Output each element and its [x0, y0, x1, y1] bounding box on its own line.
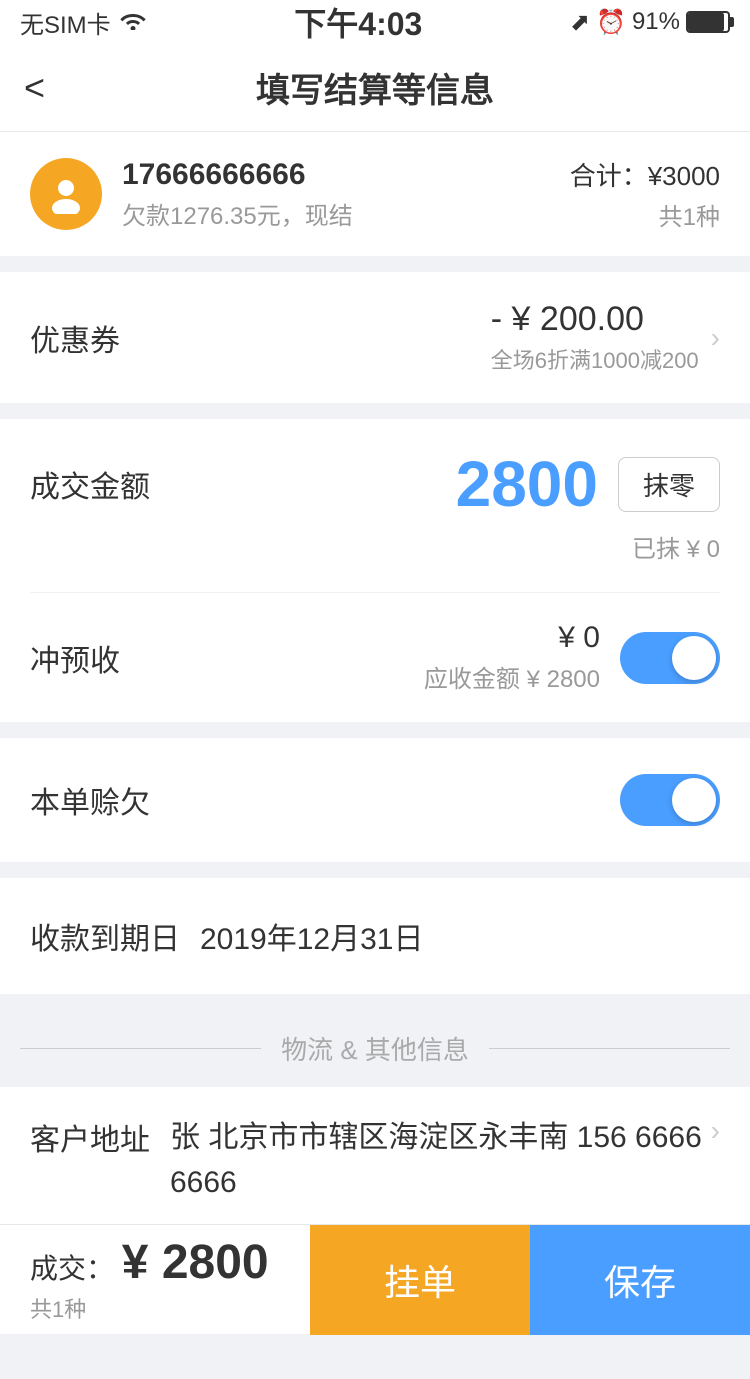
- deal-amount-label: 成交金额: [30, 462, 150, 506]
- address-chevron-icon: ›: [711, 1115, 720, 1147]
- alarm-icon: ⏰: [596, 8, 626, 37]
- customer-info: 17666666666 欠款1276.35元，现结: [122, 158, 353, 231]
- debt-row: 本单赊欠: [0, 738, 750, 862]
- pre-collect-values: ¥ 0 应收金额 ¥ 2800: [424, 621, 600, 694]
- page-content: 17666666666 欠款1276.35元，现结 合计：¥3000 共1种 优…: [0, 132, 750, 1379]
- due-date-label: 收款到期日: [30, 914, 180, 958]
- due-date-value: 2019年12月31日: [200, 914, 423, 958]
- bottom-deal-count: 共1种: [30, 1292, 280, 1324]
- due-date-section: 收款到期日 2019年12月31日: [0, 878, 750, 994]
- save-button[interactable]: 保存: [530, 1225, 750, 1335]
- customer-left: 17666666666 欠款1276.35元，现结: [30, 158, 353, 231]
- nav-title: 填写结算等信息: [256, 63, 494, 112]
- address-section[interactable]: 客户地址 张 北京市市辖区海淀区永丰南 156 6666 6666 ›: [0, 1087, 750, 1233]
- pre-collect-amount: ¥ 0: [424, 621, 600, 655]
- pre-collect-right: ¥ 0 应收金额 ¥ 2800: [424, 621, 720, 694]
- pre-collect-row: 冲预收 ¥ 0 应收金额 ¥ 2800: [0, 593, 750, 722]
- customer-sub-text: 欠款1276.35元，现结: [122, 196, 353, 231]
- customer-phone: 17666666666: [122, 158, 353, 192]
- debt-toggle-knob: [672, 778, 716, 822]
- due-date-row: 收款到期日 2019年12月31日: [0, 878, 750, 994]
- coupon-label: 优惠券: [30, 316, 120, 360]
- avatar: [30, 158, 102, 230]
- debt-label: 本单赊欠: [30, 778, 150, 822]
- status-left: 无SIM卡: [20, 5, 147, 40]
- coupon-right: - ¥ 200.00 全场6折满1000减200 ›: [491, 300, 720, 375]
- address-label: 客户地址: [30, 1115, 150, 1159]
- coupon-discount: - ¥ 200.00: [491, 300, 699, 339]
- deal-amount-value: 2800: [456, 447, 598, 521]
- coupon-description: 全场6折满1000减200: [491, 343, 699, 375]
- hang-order-button[interactable]: 挂单: [310, 1225, 530, 1335]
- back-button[interactable]: <: [24, 67, 45, 109]
- logistics-line-right: [489, 1048, 730, 1049]
- debt-section: 本单赊欠: [0, 738, 750, 862]
- customer-info-section: 17666666666 欠款1276.35元，现结 合计：¥3000 共1种: [0, 132, 750, 256]
- nav-bar: < 填写结算等信息: [0, 44, 750, 132]
- deal-amount-row: 成交金额 2800 抹零: [0, 419, 750, 521]
- customer-total: 合计：¥3000 共1种: [570, 156, 720, 232]
- bottom-bar: 成交： ¥ 2800 共1种 挂单 保存: [0, 1224, 750, 1334]
- logistics-divider: 物流 & 其他信息: [0, 1010, 750, 1087]
- coupon-chevron-icon: ›: [711, 322, 720, 354]
- bottom-deal-info: 成交： ¥ 2800 共1种: [0, 1235, 310, 1324]
- coupon-section[interactable]: 优惠券 - ¥ 200.00 全场6折满1000减200 ›: [0, 272, 750, 403]
- pre-collect-label: 冲预收: [30, 636, 120, 680]
- bottom-deal-amount: ¥ 2800: [122, 1236, 269, 1289]
- total-amount: 合计：¥3000: [570, 156, 720, 193]
- deal-right: 2800 抹零: [456, 447, 720, 521]
- pre-collect-sub: 应收金额 ¥ 2800: [424, 659, 600, 694]
- battery-icon: [686, 11, 730, 33]
- round-zero-button[interactable]: 抹零: [618, 457, 720, 512]
- total-count: 共1种: [570, 197, 720, 232]
- location-icon: ⬈: [570, 8, 590, 37]
- status-bar: 无SIM卡 下午4:03 ⬈ ⏰ 91%: [0, 0, 750, 44]
- address-value: 张 北京市市辖区海淀区永丰南 156 6666 6666: [170, 1115, 707, 1205]
- logistics-line-left: [20, 1048, 261, 1049]
- carrier-text: 无SIM卡: [20, 5, 111, 40]
- debt-toggle[interactable]: [620, 774, 720, 826]
- toggle-knob: [672, 636, 716, 680]
- address-row: 客户地址 张 北京市市辖区海淀区永丰南 156 6666 6666 ›: [0, 1087, 750, 1233]
- battery-percent: 91%: [632, 8, 680, 36]
- status-right: ⬈ ⏰ 91%: [570, 8, 730, 37]
- deal-amount-section: 成交金额 2800 抹零 已抹 ¥ 0 冲预收 ¥ 0 应收金额 ¥ 2800: [0, 419, 750, 722]
- deal-sub-text: 已抹 ¥ 0: [0, 521, 750, 592]
- pre-collect-toggle[interactable]: [620, 632, 720, 684]
- wifi-icon: [119, 8, 147, 37]
- status-time: 下午4:03: [294, 0, 422, 45]
- bottom-deal-label: 成交：: [30, 1253, 114, 1284]
- logistics-text: 物流 & 其他信息: [281, 1030, 469, 1067]
